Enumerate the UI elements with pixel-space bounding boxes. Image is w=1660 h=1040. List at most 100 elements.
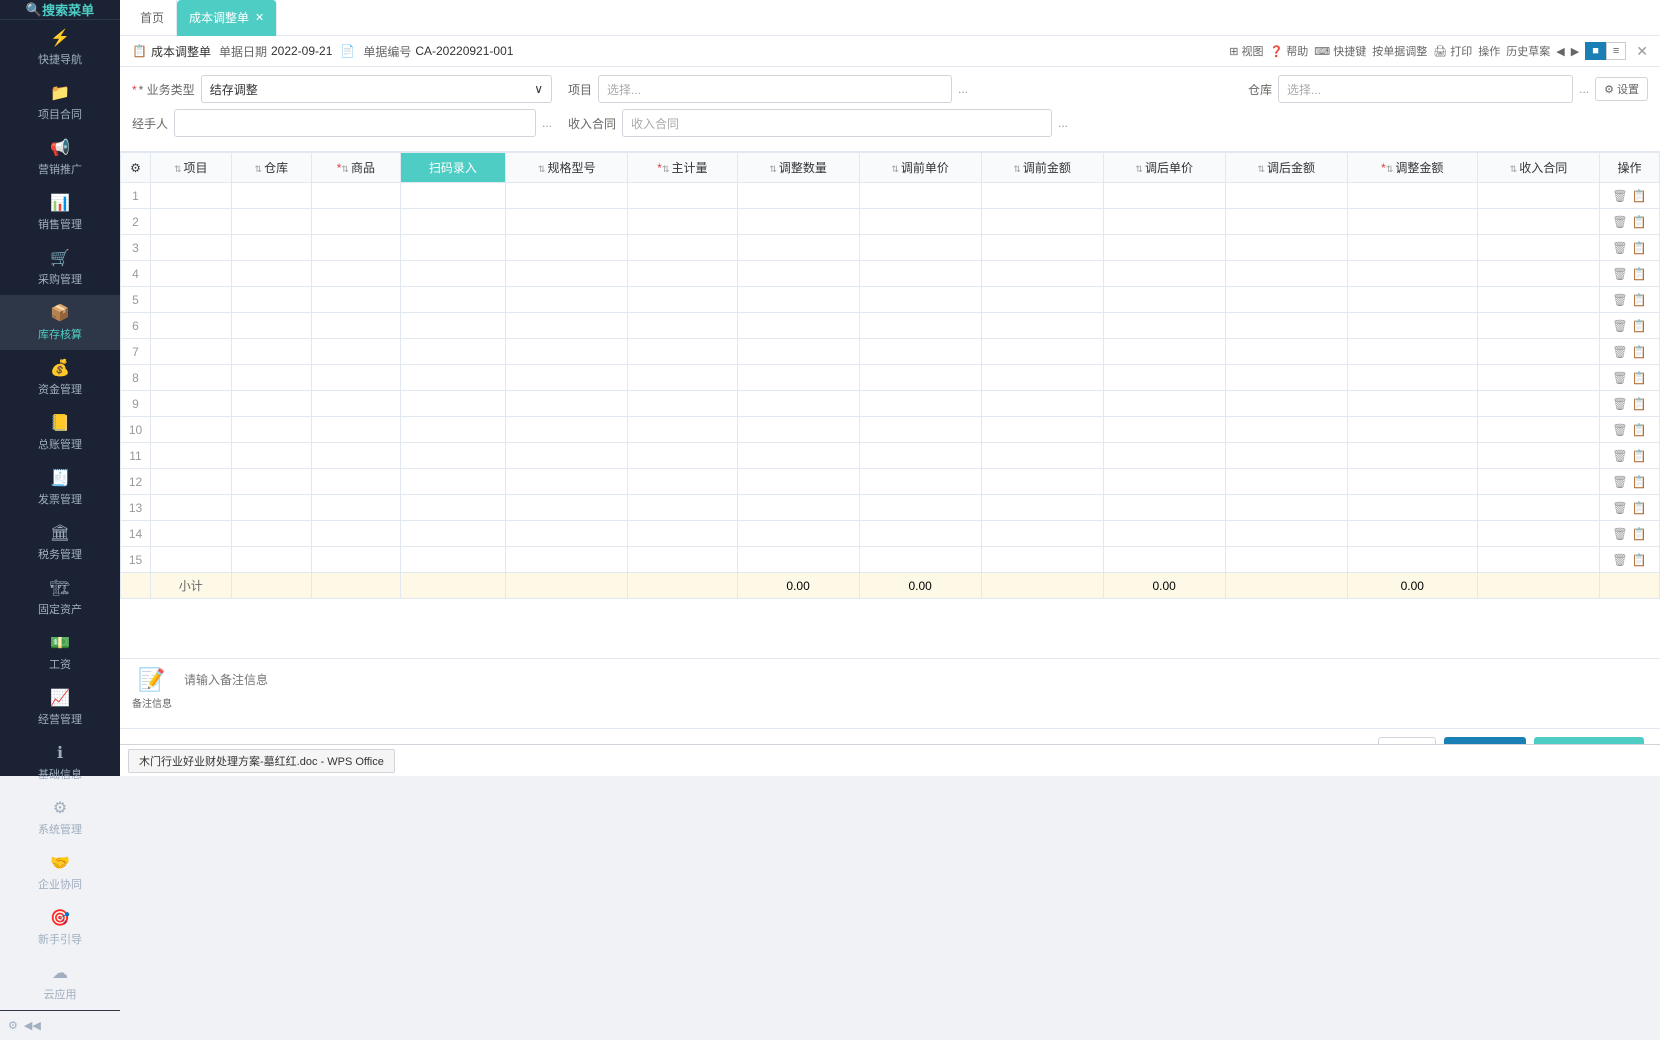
table-cell[interactable] <box>1103 365 1225 391</box>
sidebar-item-purchase[interactable]: 🛒 采购管理 <box>0 240 120 295</box>
view-btn-grid[interactable]: ■ <box>1585 42 1606 60</box>
sidebar-item-payroll[interactable]: 💵 工资 <box>0 625 120 680</box>
copy-icon[interactable]: 📋 <box>1632 527 1647 541</box>
table-cell[interactable] <box>737 339 859 365</box>
copy-icon[interactable]: 📋 <box>1632 345 1647 359</box>
table-cell[interactable] <box>737 547 859 573</box>
table-cell[interactable] <box>628 391 737 417</box>
table-cell[interactable] <box>151 495 232 521</box>
table-cell[interactable] <box>1225 261 1347 287</box>
table-row[interactable]: 9🗑📋 <box>121 391 1660 417</box>
table-cell[interactable] <box>151 469 232 495</box>
delete-icon[interactable]: 🗑 <box>1612 215 1627 229</box>
table-cell[interactable] <box>981 235 1103 261</box>
table-cell[interactable] <box>1347 547 1477 573</box>
nav-prev[interactable]: ◀ <box>1556 45 1564 58</box>
table-cell[interactable] <box>231 547 312 573</box>
view-action[interactable]: ⊞ 视图 <box>1229 43 1263 59</box>
table-cell[interactable] <box>737 443 859 469</box>
table-cell[interactable] <box>859 365 981 391</box>
table-cell[interactable] <box>231 209 312 235</box>
table-cell[interactable] <box>506 391 628 417</box>
table-cell[interactable] <box>628 183 737 209</box>
table-cell[interactable] <box>1103 313 1225 339</box>
table-row[interactable]: 2🗑📋 <box>121 209 1660 235</box>
table-cell[interactable] <box>1477 339 1599 365</box>
table-row[interactable]: 4🗑📋 <box>121 261 1660 287</box>
table-cell[interactable] <box>981 183 1103 209</box>
copy-icon[interactable]: 📋 <box>1632 501 1647 515</box>
row-action-cell[interactable]: 🗑📋 <box>1600 391 1660 417</box>
table-cell[interactable] <box>1225 495 1347 521</box>
table-cell[interactable] <box>981 261 1103 287</box>
copy-icon[interactable]: 📋 <box>1632 449 1647 463</box>
table-cell[interactable] <box>628 209 737 235</box>
copy-icon[interactable]: 📋 <box>1632 215 1647 229</box>
history-action[interactable]: 历史草案 <box>1506 43 1550 59</box>
table-row[interactable]: 5🗑📋 <box>121 287 1660 313</box>
table-cell[interactable] <box>151 443 232 469</box>
table-cell[interactable] <box>1225 365 1347 391</box>
table-cell[interactable] <box>400 261 506 287</box>
table-cell[interactable] <box>628 443 737 469</box>
delete-icon[interactable]: 🗑 <box>1612 527 1627 541</box>
copy-icon[interactable]: 📋 <box>1632 189 1647 203</box>
table-cell[interactable] <box>737 261 859 287</box>
table-cell[interactable] <box>1225 417 1347 443</box>
copy-icon[interactable]: 📋 <box>1632 267 1647 281</box>
notes-input[interactable] <box>180 667 1648 703</box>
table-cell[interactable] <box>506 183 628 209</box>
delete-icon[interactable]: 🗑 <box>1612 423 1627 437</box>
table-cell[interactable] <box>1225 547 1347 573</box>
table-cell[interactable] <box>981 521 1103 547</box>
table-cell[interactable] <box>1477 469 1599 495</box>
table-cell[interactable] <box>628 261 737 287</box>
table-cell[interactable] <box>1225 339 1347 365</box>
table-cell[interactable] <box>400 469 506 495</box>
row-action-cell[interactable]: 🗑📋 <box>1600 365 1660 391</box>
table-cell[interactable] <box>231 183 312 209</box>
row-action-cell[interactable]: 🗑📋 <box>1600 183 1660 209</box>
table-cell[interactable] <box>1103 443 1225 469</box>
table-cell[interactable] <box>312 313 401 339</box>
table-cell[interactable] <box>312 339 401 365</box>
table-cell[interactable] <box>1103 391 1225 417</box>
sidebar-item-cloud[interactable]: ☁ 云应用 <box>0 955 120 1010</box>
table-cell[interactable] <box>1225 469 1347 495</box>
table-cell[interactable] <box>151 209 232 235</box>
table-cell[interactable] <box>506 443 628 469</box>
handler-input[interactable] <box>174 109 536 137</box>
table-cell[interactable] <box>628 339 737 365</box>
table-cell[interactable] <box>981 391 1103 417</box>
row-action-cell[interactable]: 🗑📋 <box>1600 469 1660 495</box>
sidebar-item-project[interactable]: 📁 项目合同 <box>0 75 120 130</box>
table-cell[interactable] <box>312 417 401 443</box>
table-cell[interactable] <box>400 339 506 365</box>
table-cell[interactable] <box>1347 495 1477 521</box>
table-cell[interactable] <box>1103 183 1225 209</box>
sidebar-item-guide[interactable]: 🎯 新手引导 <box>0 900 120 955</box>
warehouse-input[interactable]: 选择... <box>1278 75 1573 103</box>
table-cell[interactable] <box>506 287 628 313</box>
table-cell[interactable] <box>400 183 506 209</box>
view-btn-list[interactable]: ≡ <box>1606 42 1626 60</box>
table-cell[interactable] <box>981 417 1103 443</box>
sidebar-item-tax[interactable]: 🏛 税务管理 <box>0 515 120 570</box>
help-action[interactable]: ❓ 帮助 <box>1270 43 1309 59</box>
table-cell[interactable] <box>628 469 737 495</box>
table-cell[interactable] <box>1103 417 1225 443</box>
table-cell[interactable] <box>506 495 628 521</box>
delete-icon[interactable]: 🗑 <box>1612 319 1627 333</box>
table-cell[interactable] <box>1347 391 1477 417</box>
income-contract-input[interactable]: 收入合同 <box>622 109 1052 137</box>
table-row[interactable]: 13🗑📋 <box>121 495 1660 521</box>
table-cell[interactable] <box>312 443 401 469</box>
table-cell[interactable] <box>1225 443 1347 469</box>
table-cell[interactable] <box>981 469 1103 495</box>
table-cell[interactable] <box>1225 391 1347 417</box>
sidebar-item-ops[interactable]: 📈 经营管理 <box>0 680 120 735</box>
table-row[interactable]: 3🗑📋 <box>121 235 1660 261</box>
tab-close-icon[interactable]: ✕ <box>255 11 264 24</box>
table-cell[interactable] <box>1103 521 1225 547</box>
table-cell[interactable] <box>1103 547 1225 573</box>
